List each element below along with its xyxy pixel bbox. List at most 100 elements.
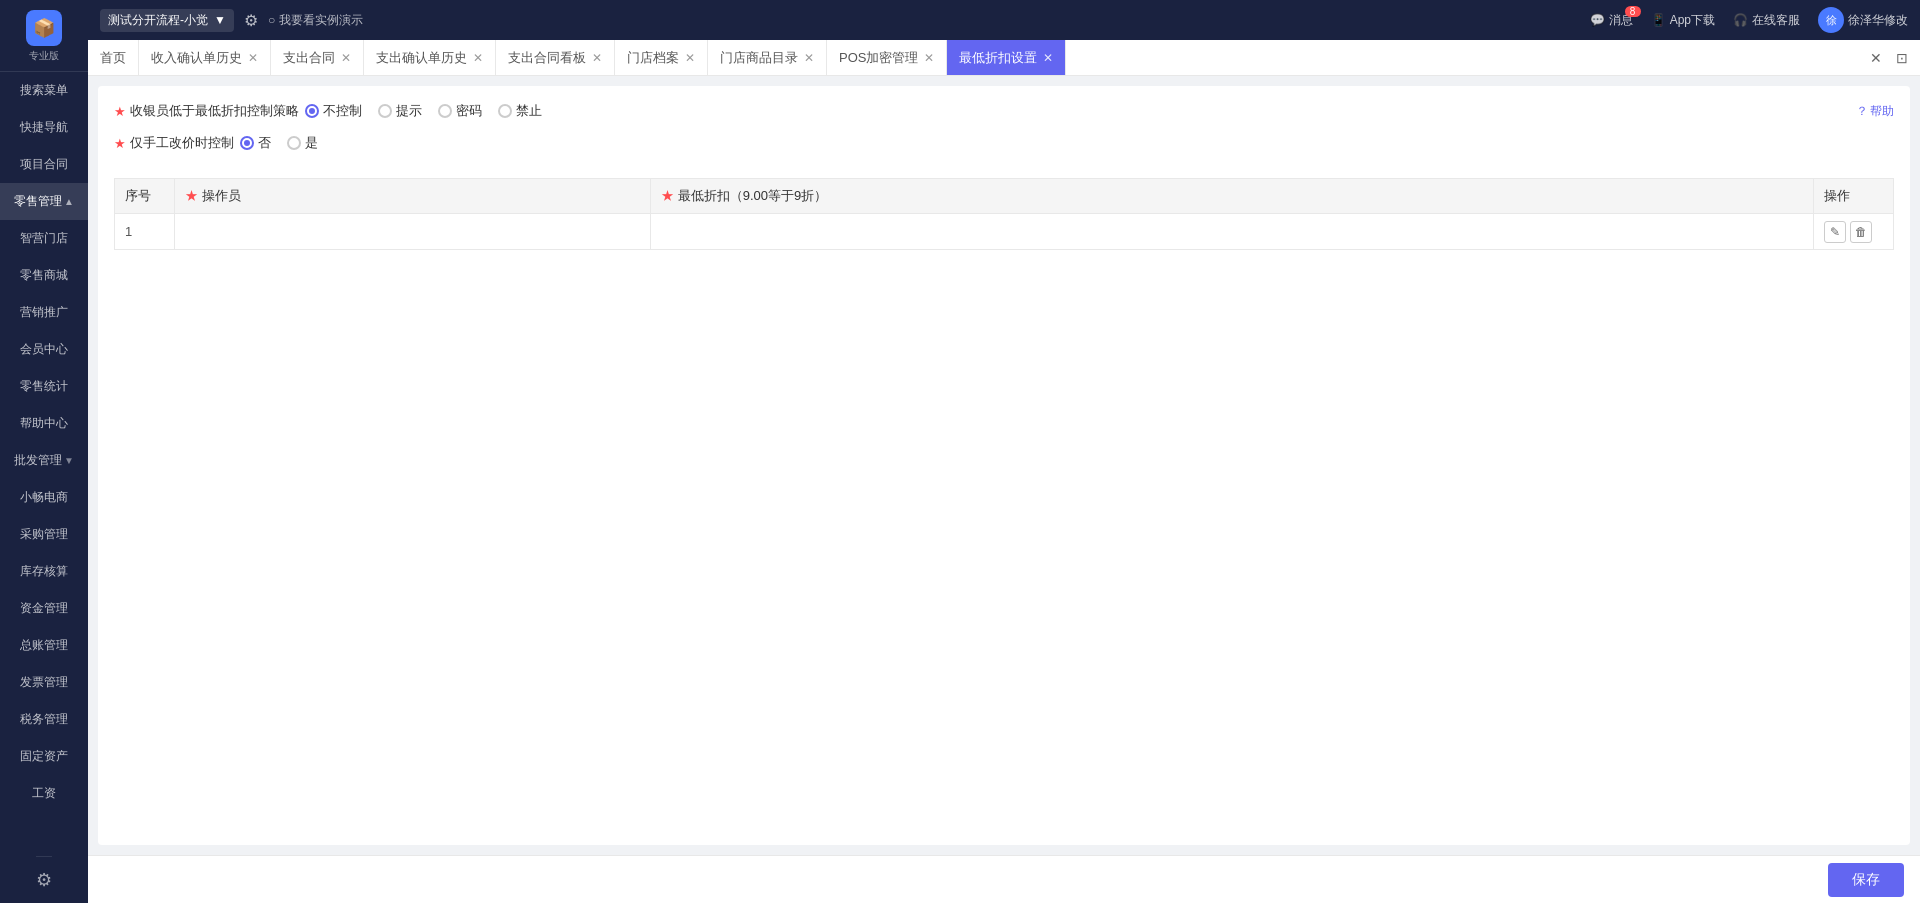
col-header-action: 操作 xyxy=(1814,179,1894,214)
chevron-icon: ▲ xyxy=(64,196,74,207)
tab-expand-action[interactable]: ⊡ xyxy=(1892,48,1912,68)
sidebar-item-salary[interactable]: 工资 xyxy=(0,775,88,812)
tab-income-confirm[interactable]: 收入确认单历史 ✕ xyxy=(139,40,271,76)
sidebar-item-help[interactable]: 帮助中心 xyxy=(0,405,88,442)
sidebar-item-inventory[interactable]: 库存核算 xyxy=(0,553,88,590)
user-profile-btn[interactable]: 徐 徐泽华修改 xyxy=(1818,7,1908,33)
tab-store-catalog[interactable]: 门店商品目录 ✕ xyxy=(708,40,827,76)
tabs-actions: ✕ ⊡ xyxy=(1858,48,1920,68)
app-download-btn[interactable]: 📱 App下载 xyxy=(1651,12,1715,29)
sidebar-item-stats[interactable]: 零售统计 xyxy=(0,368,88,405)
row-edit-btn[interactable]: ✎ xyxy=(1824,221,1846,243)
sidebar-item-tax[interactable]: 税务管理 xyxy=(0,701,88,738)
radio-remind[interactable]: 提示 xyxy=(378,102,422,120)
sidebar-bottom: ⚙ xyxy=(36,856,52,903)
sidebar-item-label: 帮助中心 xyxy=(20,415,68,432)
sidebar-item-search[interactable]: 搜索菜单 xyxy=(0,72,88,109)
cell-action: ✎ 🗑 xyxy=(1814,214,1894,250)
radio-no-control-circle xyxy=(305,104,319,118)
sidebar-logo: 📦 专业版 xyxy=(0,0,88,72)
tab-store-archive[interactable]: 门店档案 ✕ xyxy=(615,40,708,76)
sidebar-item-finance[interactable]: 资金管理 xyxy=(0,590,88,627)
tab-home[interactable]: 首页 xyxy=(88,40,139,76)
help-icon: ？ xyxy=(1856,103,1868,120)
sidebar-item-retail[interactable]: 零售管理▲ xyxy=(0,183,88,220)
sidebar-item-smart[interactable]: 智营门店 xyxy=(0,220,88,257)
project-selector[interactable]: 测试分开流程-小觉 ▼ xyxy=(100,9,234,32)
sidebar-item-purchase[interactable]: 采购管理 xyxy=(0,516,88,553)
customer-service-label: 在线客服 xyxy=(1752,12,1800,29)
tab-close-action[interactable]: ✕ xyxy=(1866,48,1886,68)
tab-min-discount-label: 最低折扣设置 xyxy=(959,49,1037,67)
radio-password-label: 密码 xyxy=(456,102,482,120)
sidebar-item-assets[interactable]: 固定资产 xyxy=(0,738,88,775)
sidebar-item-quicknav[interactable]: 快捷导航 xyxy=(0,109,88,146)
sidebar-item-mall[interactable]: 零售商城 xyxy=(0,257,88,294)
sidebar-menu: 搜索菜单快捷导航项目合同零售管理▲智营门店零售商城营销推广会员中心零售统计帮助中… xyxy=(0,72,88,856)
tab-home-label: 首页 xyxy=(100,49,126,67)
discount-policy-row: ★ 收银员低于最低折扣控制策略 不控制 提示 密码 xyxy=(114,102,1894,120)
tab-payment-contract[interactable]: 支出合同 ✕ xyxy=(271,40,364,76)
help-link[interactable]: ？ 帮助 xyxy=(1856,103,1894,120)
table-row: 1 ✎ 🗑 xyxy=(115,214,1894,250)
tab-pos-password-close[interactable]: ✕ xyxy=(924,51,934,65)
tab-payment-board[interactable]: 支出合同看板 ✕ xyxy=(496,40,615,76)
tab-income-confirm-label: 收入确认单历史 xyxy=(151,49,242,67)
sidebar-item-project[interactable]: 项目合同 xyxy=(0,146,88,183)
tab-income-confirm-close[interactable]: ✕ xyxy=(248,51,258,65)
tab-payment-contract-close[interactable]: ✕ xyxy=(341,51,351,65)
tab-payment-contract-label: 支出合同 xyxy=(283,49,335,67)
table-header-row: 序号 ★ 操作员 ★ 最低折扣（9.00等于9折） 操作 xyxy=(115,179,1894,214)
manual-control-options: 否 是 xyxy=(240,134,318,152)
message-btn[interactable]: 💬 消息 8 xyxy=(1590,12,1633,29)
demo-link[interactable]: ○ 我要看实例演示 xyxy=(268,12,363,29)
radio-yes[interactable]: 是 xyxy=(287,134,318,152)
cell-operator[interactable] xyxy=(175,214,651,250)
radio-no-control[interactable]: 不控制 xyxy=(305,102,362,120)
sidebar-item-label: 零售管理 xyxy=(14,193,62,210)
sidebar-item-wholesale[interactable]: 批发管理▼ xyxy=(0,442,88,479)
tab-min-discount[interactable]: 最低折扣设置 ✕ xyxy=(947,40,1066,76)
footer: 保存 xyxy=(88,855,1920,903)
sidebar-item-label: 固定资产 xyxy=(20,748,68,765)
radio-password[interactable]: 密码 xyxy=(438,102,482,120)
tab-min-discount-close[interactable]: ✕ xyxy=(1043,51,1053,65)
sidebar-item-label: 批发管理 xyxy=(14,452,62,469)
gear-icon[interactable]: ⚙ xyxy=(36,869,52,891)
row-action-btns: ✎ 🗑 xyxy=(1824,221,1883,243)
demo-icon: ○ xyxy=(268,13,275,27)
radio-no[interactable]: 否 xyxy=(240,134,271,152)
tab-store-archive-close[interactable]: ✕ xyxy=(685,51,695,65)
table-header: 序号 ★ 操作员 ★ 最低折扣（9.00等于9折） 操作 xyxy=(115,179,1894,214)
sidebar-item-ledger[interactable]: 总账管理 xyxy=(0,627,88,664)
logo-icon: 📦 xyxy=(26,10,62,46)
radio-no-label: 否 xyxy=(258,134,271,152)
sidebar-item-ecommerce[interactable]: 小畅电商 xyxy=(0,479,88,516)
sidebar-item-label: 采购管理 xyxy=(20,526,68,543)
save-button[interactable]: 保存 xyxy=(1828,863,1904,897)
tab-payment-confirm-close[interactable]: ✕ xyxy=(473,51,483,65)
settings-icon[interactable]: ⚙ xyxy=(244,11,258,30)
sidebar-item-marketing[interactable]: 营销推广 xyxy=(0,294,88,331)
radio-forbid[interactable]: 禁止 xyxy=(498,102,542,120)
tab-payment-board-close[interactable]: ✕ xyxy=(592,51,602,65)
logo-text: 专业版 xyxy=(29,49,59,63)
sidebar: 📦 专业版 搜索菜单快捷导航项目合同零售管理▲智营门店零售商城营销推广会员中心零… xyxy=(0,0,88,903)
col-header-operator: ★ 操作员 xyxy=(175,179,651,214)
sidebar-item-label: 智营门店 xyxy=(20,230,68,247)
customer-service-btn[interactable]: 🎧 在线客服 xyxy=(1733,12,1800,29)
tab-payment-board-label: 支出合同看板 xyxy=(508,49,586,67)
sidebar-item-label: 搜索菜单 xyxy=(20,82,68,99)
cell-discount[interactable] xyxy=(651,214,1814,250)
tab-payment-confirm[interactable]: 支出确认单历史 ✕ xyxy=(364,40,496,76)
project-name: 测试分开流程-小觉 xyxy=(108,12,208,29)
sidebar-item-member[interactable]: 会员中心 xyxy=(0,331,88,368)
sidebar-item-invoice[interactable]: 发票管理 xyxy=(0,664,88,701)
row-delete-btn[interactable]: 🗑 xyxy=(1850,221,1872,243)
tab-pos-password[interactable]: POS加密管理 ✕ xyxy=(827,40,947,76)
radio-no-control-label: 不控制 xyxy=(323,102,362,120)
col-header-discount: ★ 最低折扣（9.00等于9折） xyxy=(651,179,1814,214)
sidebar-item-label: 税务管理 xyxy=(20,711,68,728)
tab-store-catalog-close[interactable]: ✕ xyxy=(804,51,814,65)
discount-table: 序号 ★ 操作员 ★ 最低折扣（9.00等于9折） 操作 1 xyxy=(114,178,1894,250)
